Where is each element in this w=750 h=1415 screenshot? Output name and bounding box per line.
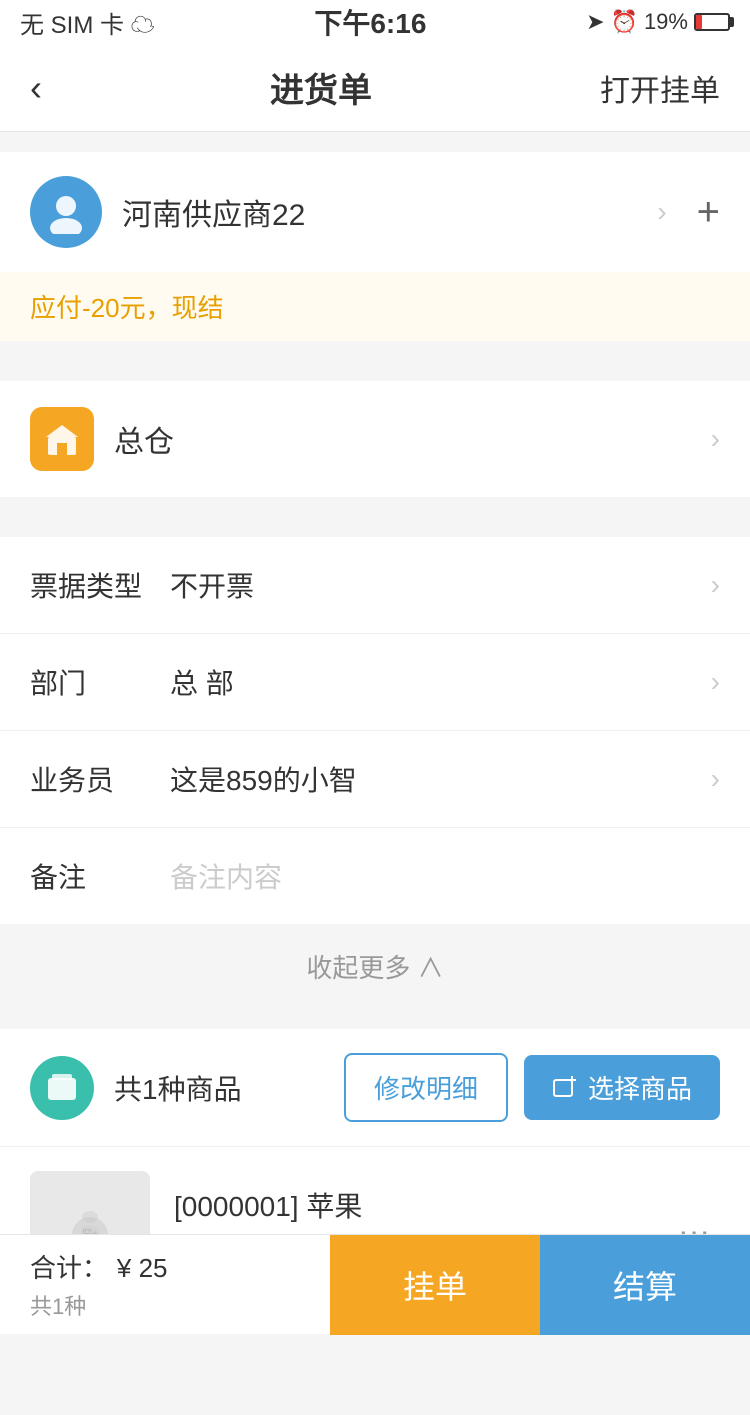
- invoice-label: 票据类型: [30, 565, 150, 605]
- supplier-row[interactable]: 河南供应商22 › +: [0, 152, 750, 272]
- status-right: ➤ ⏰ 19%: [586, 9, 730, 35]
- sales-row[interactable]: 业务员 这是859的小智 ›: [0, 731, 750, 828]
- product-name: [0000001] 苹果: [174, 1185, 668, 1225]
- location-icon: ➤: [586, 9, 604, 35]
- dept-row[interactable]: 部门 总 部 ›: [0, 634, 750, 731]
- open-suspend-button[interactable]: 打开挂单: [600, 66, 720, 110]
- top-divider: [0, 132, 750, 152]
- sales-value: 这是859的小智: [150, 759, 711, 799]
- divider-1: [0, 341, 750, 361]
- status-bar: 无 SIM 卡 ☁ 下午6:16 ➤ ⏰ 19%: [0, 0, 750, 44]
- page-title: 进货单: [270, 63, 372, 112]
- remark-label: 备注: [30, 856, 150, 896]
- total-count: 共1种: [30, 1289, 300, 1321]
- status-left: 无 SIM 卡 ☁: [20, 5, 155, 40]
- suspend-button[interactable]: 挂单: [330, 1235, 540, 1335]
- collapse-bar[interactable]: 收起更多 ∧: [0, 924, 750, 1009]
- signal-text: 无 SIM 卡 ☁: [20, 5, 155, 40]
- total-value: ¥ 25: [117, 1253, 168, 1283]
- divider-3: [0, 1009, 750, 1029]
- product-count: 共1种商品: [114, 1068, 344, 1108]
- remark-input[interactable]: 备注内容: [150, 856, 720, 896]
- battery-text: 19%: [644, 9, 688, 35]
- supplier-chevron-icon: ›: [657, 196, 666, 228]
- warehouse-section: 总仓 ›: [0, 381, 750, 497]
- warehouse-row[interactable]: 总仓 ›: [0, 381, 750, 497]
- form-section: 票据类型 不开票 › 部门 总 部 › 业务员 这是859的小智 › 备注 备注…: [0, 537, 750, 924]
- dept-label: 部门: [30, 662, 150, 702]
- back-button[interactable]: ‹: [30, 67, 42, 109]
- dept-value: 总 部: [150, 662, 711, 702]
- supplier-name: 河南供应商22: [122, 190, 657, 234]
- remark-row[interactable]: 备注 备注内容: [0, 828, 750, 924]
- total-amount: 合计： ¥ 25: [30, 1248, 300, 1285]
- total-label: 合计：: [30, 1253, 108, 1283]
- sales-label: 业务员: [30, 759, 150, 799]
- bottom-bar: 合计： ¥ 25 共1种 挂单 结算: [0, 1234, 750, 1334]
- nav-bar: ‹ 进货单 打开挂单: [0, 44, 750, 132]
- sales-chevron-icon: ›: [711, 763, 720, 795]
- supplier-notice: 应付-20元，现结: [0, 272, 750, 341]
- checkout-button[interactable]: 结算: [540, 1235, 750, 1335]
- select-product-label: 选择商品: [588, 1069, 692, 1106]
- bottom-total: 合计： ¥ 25 共1种: [0, 1248, 330, 1321]
- warehouse-chevron-icon: ›: [711, 423, 720, 455]
- product-code: [0000001]: [174, 1191, 299, 1222]
- supplier-avatar: [30, 176, 102, 248]
- dept-chevron-icon: ›: [711, 666, 720, 698]
- supplier-section: 河南供应商22 › + 应付-20元，现结: [0, 152, 750, 341]
- status-time: 下午6:16: [314, 2, 426, 42]
- alarm-icon: ⏰: [611, 9, 638, 35]
- select-product-button[interactable]: 选择商品: [524, 1055, 720, 1120]
- product-section-icon: [30, 1056, 94, 1120]
- add-supplier-button[interactable]: +: [697, 190, 720, 235]
- edit-detail-button[interactable]: 修改明细: [344, 1053, 508, 1122]
- divider-2: [0, 497, 750, 517]
- invoice-value: 不开票: [150, 565, 711, 605]
- product-title: 苹果: [306, 1191, 362, 1222]
- warehouse-name: 总仓: [114, 417, 711, 461]
- invoice-chevron-icon: ›: [711, 569, 720, 601]
- warehouse-icon: [30, 407, 94, 471]
- product-header: 共1种商品 修改明细 选择商品: [0, 1029, 750, 1146]
- battery-icon: [694, 13, 730, 31]
- invoice-row[interactable]: 票据类型 不开票 ›: [0, 537, 750, 634]
